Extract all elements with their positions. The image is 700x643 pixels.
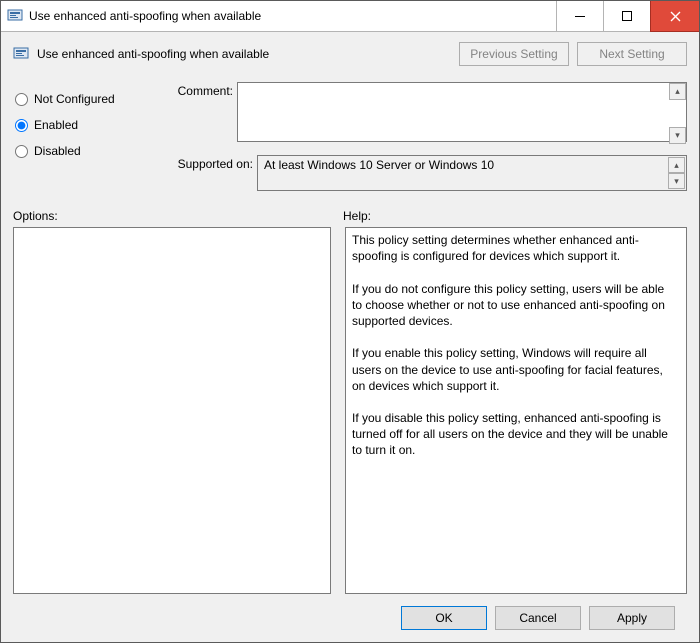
previous-setting-button[interactable]: Previous Setting: [459, 42, 569, 66]
state-radio-group: Not Configured Enabled Disabled: [13, 82, 163, 164]
comment-field-row: Comment: ▴ ▾: [163, 82, 687, 145]
scroll-up-button[interactable]: ▴: [669, 83, 686, 100]
close-button[interactable]: [650, 1, 699, 32]
panel-labels: Options: Help:: [13, 209, 687, 223]
radio-enabled-label: Enabled: [34, 118, 78, 132]
supported-label: Supported on:: [163, 155, 257, 171]
config-section: Not Configured Enabled Disabled Comment:: [13, 82, 687, 191]
maximize-icon: [622, 11, 632, 21]
policy-icon: [13, 46, 29, 62]
policy-name: Use enhanced anti-spoofing when availabl…: [37, 47, 451, 61]
radio-not-configured-input[interactable]: [15, 93, 28, 106]
titlebar: Use enhanced anti-spoofing when availabl…: [1, 1, 699, 32]
policy-app-icon: [7, 8, 23, 24]
supported-box: At least Windows 10 Server or Windows 10…: [257, 155, 687, 191]
field-column: Comment: ▴ ▾ Supported on: At least Wind…: [163, 82, 687, 191]
comment-textarea[interactable]: [237, 82, 687, 142]
policy-header: Use enhanced anti-spoofing when availabl…: [13, 42, 687, 66]
panels-row: This policy setting determines whether e…: [13, 227, 687, 594]
window-title: Use enhanced anti-spoofing when availabl…: [29, 9, 556, 23]
options-panel: [13, 227, 331, 594]
radio-enabled-input[interactable]: [15, 119, 28, 132]
radio-disabled[interactable]: Disabled: [13, 138, 163, 164]
radio-disabled-label: Disabled: [34, 144, 81, 158]
apply-button[interactable]: Apply: [589, 606, 675, 630]
radio-not-configured[interactable]: Not Configured: [13, 86, 163, 112]
cancel-button[interactable]: Cancel: [495, 606, 581, 630]
supported-on-value: At least Windows 10 Server or Windows 10: [264, 158, 494, 172]
radio-disabled-input[interactable]: [15, 145, 28, 158]
minimize-icon: [575, 11, 585, 21]
comment-label: Comment:: [163, 82, 237, 98]
ok-button[interactable]: OK: [401, 606, 487, 630]
options-label: Options:: [13, 209, 343, 223]
radio-enabled[interactable]: Enabled: [13, 112, 163, 138]
dialog-content: Use enhanced anti-spoofing when availabl…: [1, 32, 699, 642]
radio-not-configured-label: Not Configured: [34, 92, 115, 106]
scroll-down-button[interactable]: ▾: [669, 127, 686, 144]
minimize-button[interactable]: [556, 1, 603, 32]
scroll-down-button[interactable]: ▾: [668, 173, 685, 189]
supported-scrollbar: ▴ ▾: [668, 157, 685, 189]
close-icon: [670, 11, 681, 22]
help-panel: This policy setting determines whether e…: [345, 227, 687, 594]
help-label: Help:: [343, 209, 687, 223]
scroll-up-button[interactable]: ▴: [668, 157, 685, 173]
next-setting-button[interactable]: Next Setting: [577, 42, 687, 66]
group-policy-editor-dialog: Use enhanced anti-spoofing when availabl…: [0, 0, 700, 643]
window-buttons: [556, 1, 699, 31]
help-text: This policy setting determines whether e…: [352, 233, 671, 457]
supported-field-row: Supported on: At least Windows 10 Server…: [163, 155, 687, 191]
dialog-footer: OK Cancel Apply: [13, 594, 687, 642]
supported-on-readonly: At least Windows 10 Server or Windows 10…: [257, 155, 687, 191]
comment-box: ▴ ▾: [237, 82, 687, 145]
maximize-button[interactable]: [603, 1, 650, 32]
